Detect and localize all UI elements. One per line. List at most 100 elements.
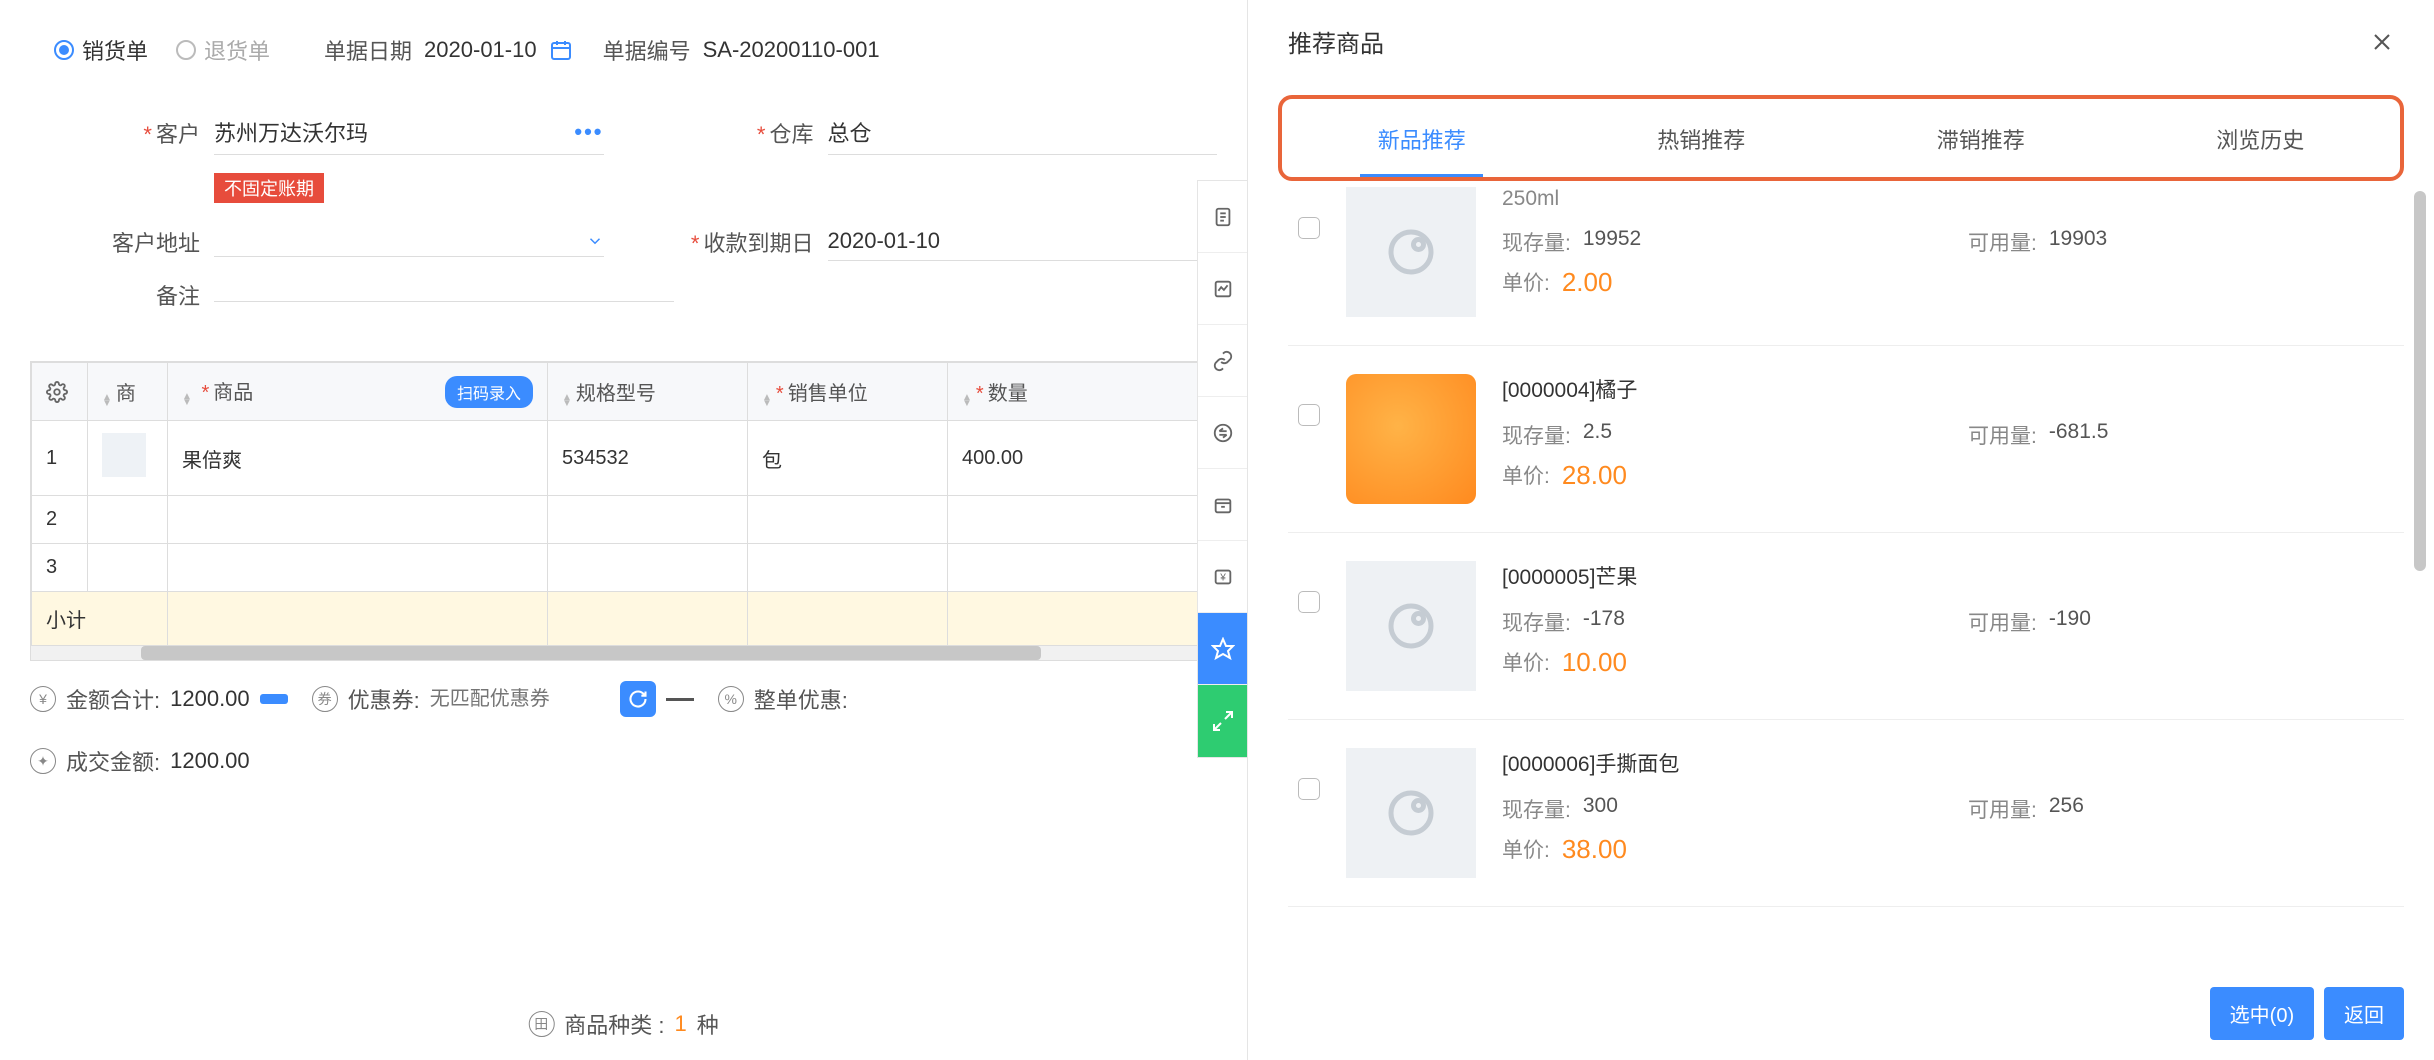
remark-input[interactable] [214,289,674,302]
discount-icon: % [718,686,744,712]
subtotal-label: 小计 [32,592,168,646]
item-checkbox[interactable] [1298,591,1320,613]
list-item: [0000004]橘子 现存量:2.5 可用量:-681.5 单价:28.00 [1288,346,2404,533]
deal-icon: ✦ [30,748,56,774]
sku-label: 商品种类 : [564,1008,664,1040]
deal-value: 1200.00 [170,748,250,774]
due-date-value: 2020-01-10 [828,228,941,254]
doc-no-value: SA-20200110-001 [703,37,880,63]
tool-star-icon[interactable] [1198,613,1247,685]
sort-icon: ▲▼ [562,395,572,407]
tool-swap-icon[interactable] [1198,397,1247,469]
remark-label: 备注 [156,284,200,309]
selected-count-button[interactable]: 选中(0) [2210,987,2314,1040]
product-placeholder-icon [1346,561,1476,691]
close-icon[interactable] [2370,30,2394,54]
customer-value: 苏州万达沃尔玛 [214,116,368,148]
doc-no-field: 单据编号 SA-20200110-001 [603,34,880,66]
tool-chart-icon[interactable] [1198,253,1247,325]
customer-select[interactable]: 苏州万达沃尔玛 ••• [214,110,604,155]
sort-icon: ▲▼ [962,395,972,407]
doc-date-value[interactable]: 2020-01-10 [424,37,537,63]
item-available: 19903 [2049,227,2107,257]
doc-date-label: 单据日期 [324,34,412,66]
table-row[interactable]: 3 [32,544,1216,592]
right-panel-title: 推荐商品 [1288,24,1384,59]
tool-currency-icon[interactable]: ¥ [1198,541,1247,613]
sku-count: 1 [674,1011,686,1037]
total-label: 金额合计: [66,683,160,715]
address-select[interactable] [214,226,604,257]
currency-icon: ¥ [30,686,56,712]
tab-browse-history[interactable]: 浏览历史 [2121,109,2401,177]
tab-return-order[interactable]: 退货单 [162,28,284,72]
product-thumb-icon [102,433,146,477]
row-qty[interactable]: 400.00 [948,421,1216,496]
col-spec[interactable]: ▲▼规格型号 [548,363,748,421]
item-checkbox[interactable] [1298,778,1320,800]
sku-icon: 田 [528,1011,554,1037]
table-row[interactable]: 1 果倍爽 534532 包 400.00 [32,421,1216,496]
gear-column-header[interactable] [32,363,88,421]
col-prod-icon[interactable]: ▲▼商 [88,363,168,421]
col-product[interactable]: ▲▼ *商品 扫码录入 [168,363,548,421]
item-title: [0000006]手撕面包 [1502,748,2394,778]
dash-icon [666,698,694,701]
subtotal-row: 小计 [32,592,1216,646]
due-date-input[interactable]: 2020-01-10 [828,222,1218,261]
table-row[interactable]: 2 [32,496,1216,544]
deal-label: 成交金额: [66,745,160,777]
col-unit[interactable]: ▲▼*销售单位 [748,363,948,421]
warehouse-label: 仓库 [769,122,813,147]
calendar-icon[interactable] [549,38,573,62]
item-available: -681.5 [2049,420,2109,450]
list-item: [0000006]手撕面包 现存量:300 可用量:256 单价:38.00 [1288,720,2404,907]
chevron-down-icon[interactable] [586,232,604,250]
product-placeholder-icon [1346,187,1476,317]
refresh-button[interactable] [620,681,656,717]
recommend-list: 250ml 现存量:19952 可用量:19903 单价:2.00 [00000… [1248,181,2434,1060]
item-checkbox[interactable] [1298,404,1320,426]
tool-notes-icon[interactable] [1198,181,1247,253]
col-qty[interactable]: ▲▼*数量 [948,363,1216,421]
item-checkbox[interactable] [1298,217,1320,239]
coupon-icon: 券 [312,686,338,712]
more-icon[interactable]: ••• [574,119,603,145]
row-unit[interactable]: 包 [748,421,948,496]
item-title: [0000004]橘子 [1502,374,2394,404]
tool-archive-icon[interactable] [1198,469,1247,541]
product-placeholder-icon [1346,748,1476,878]
summary-bar: ¥ 金额合计: 1200.00 券 优惠券: % 整单优惠: [30,681,1217,717]
doc-type-tabs: 销货单 退货单 [30,20,294,80]
row-product[interactable]: 果倍爽 [168,421,548,496]
tab-sales-order[interactable]: 销货单 [40,28,162,72]
vertical-scrollbar[interactable] [2414,181,2426,601]
tab-hot-recommend[interactable]: 热销推荐 [1562,109,1842,177]
warehouse-select[interactable]: 总仓 [828,110,1218,155]
item-stock: 300 [1583,794,1618,824]
coupon-input[interactable] [430,688,610,711]
address-label: 客户地址 [112,231,200,256]
tab-return-label: 退货单 [204,34,270,66]
tool-expand-icon[interactable] [1198,685,1247,757]
row-spec[interactable]: 534532 [548,421,748,496]
minus-icon[interactable] [260,694,288,704]
scan-entry-button[interactable]: 扫码录入 [445,376,533,408]
orange-fruit-image [1346,374,1476,504]
tab-new-recommend[interactable]: 新品推荐 [1282,109,1562,177]
item-stock: -178 [1583,607,1625,637]
item-price: 2.00 [1562,267,1613,298]
radio-unselected-icon [176,40,196,60]
customer-label: 客户 [156,122,200,147]
sort-icon: ▲▼ [102,395,112,407]
back-button[interactable]: 返回 [2324,987,2404,1040]
sku-count-bar: 田 商品种类 : 1 种 [528,1008,719,1040]
horizontal-scrollbar[interactable] [31,646,1216,660]
item-price: 10.00 [1562,647,1627,678]
tab-slow-recommend[interactable]: 滞销推荐 [1841,109,2121,177]
tool-link-icon[interactable] [1198,325,1247,397]
item-stock: 19952 [1583,227,1641,257]
tab-sales-label: 销货单 [82,34,148,66]
sku-suffix: 种 [697,1008,719,1040]
radio-selected-icon [54,40,74,60]
